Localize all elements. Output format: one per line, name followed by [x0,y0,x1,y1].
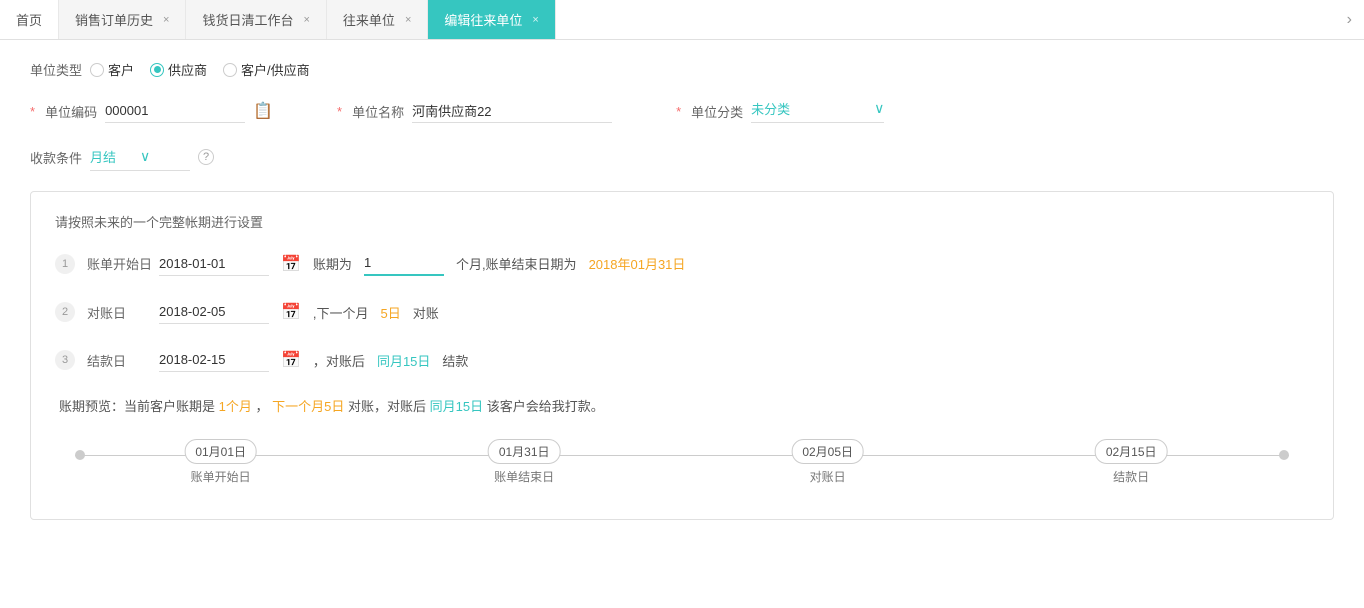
preview-payment-date: 同月15日 [430,399,483,414]
milestone-4: 02月15日 结款日 [1095,439,1168,485]
radio-customer[interactable]: 客户 [90,60,134,79]
milestone-3: 02月05日 对账日 [791,439,864,485]
milestone-3-date: 02月05日 [791,439,864,464]
milestone-4-date: 02月15日 [1095,439,1168,464]
unit-name-label: 单位名称 [352,102,404,121]
settings-title: 请按照未来的一个完整帐期进行设置 [55,212,1309,231]
period-prefix: 账期为 [313,254,352,273]
radio-circle-both [223,63,237,77]
unit-info-row: * 单位编码 📋 * 单位名称 * 单位分类 未分类 ∨ [30,99,1334,123]
main-content: 单位类型 客户 供应商 客户/供应商 * 单位编码 [0,40,1364,608]
required-star-class: * [676,104,681,119]
milestone-1-date: 01月01日 [184,439,257,464]
reconcile-prefix: ,下一个月 [313,303,369,322]
settings-box: 请按照未来的一个完整帐期进行设置 1 账单开始日 📅 账期为 个月,账单结束日期… [30,191,1334,520]
timeline-dot-end [1279,450,1289,460]
unit-class-select[interactable]: 未分类 ∨ [751,99,884,123]
tab-close-edit-partner[interactable]: × [532,14,538,26]
unit-name-group: * 单位名称 [337,99,612,123]
payment-date-input[interactable] [159,348,269,372]
required-star-code: * [30,104,35,119]
unit-code-input[interactable] [105,99,245,123]
timeline-wrapper: 01月01日 账单开始日 01月31日 账单结束日 02月05日 对账日 02月… [75,439,1289,499]
tab-sales-history[interactable]: 销售订单历史 × [59,0,186,39]
radio-both[interactable]: 客户/供应商 [223,60,310,79]
row-num-2: 2 [55,302,75,322]
payment-terms-group: 收款条件 月结 ∨ ? [30,143,214,171]
tab-partner[interactable]: 往来单位 × [327,0,428,39]
preview-period: 1个月 [219,399,252,414]
setting-row-2: 2 对账日 📅 ,下一个月 5日 对账 [55,300,1309,324]
row-num-1: 1 [55,254,75,274]
payment-prefix: ，对账后 [313,351,365,370]
tab-bar: 首页 销售订单历史 × 钱货日清工作台 × 往来单位 × 编辑往来单位 × › [0,0,1364,40]
payment-terms-value: 月结 [90,147,116,166]
period-suffix: 个月,账单结束日期为 [456,254,577,273]
payment-date-calendar-icon[interactable]: 📅 [281,350,301,370]
payment-highlight: 同月15日 [377,351,430,370]
help-icon[interactable]: ? [198,149,214,165]
radio-circle-supplier [150,63,164,77]
milestone-1: 01月01日 账单开始日 [184,439,257,485]
tab-cash-work[interactable]: 钱货日清工作台 × [186,0,326,39]
unit-code-group: * 单位编码 📋 [30,99,273,123]
unit-type-label: 单位类型 [30,60,82,79]
reconcile-highlight: 5日 [381,303,401,322]
required-star-name: * [337,104,342,119]
milestone-1-label: 账单开始日 [191,468,251,485]
row-label-2: 对账日 [87,303,147,322]
tab-close-partner[interactable]: × [405,14,411,26]
timeline-section: 01月01日 账单开始日 01月31日 账单结束日 02月05日 对账日 02月… [55,439,1309,499]
milestone-4-label: 结款日 [1113,468,1149,485]
period-input[interactable] [364,251,444,276]
setting-row-1: 1 账单开始日 📅 账期为 个月,账单结束日期为 2018年01月31日 [55,251,1309,276]
reconcile-date-calendar-icon[interactable]: 📅 [281,302,301,322]
payment-terms-row: 收款条件 月结 ∨ ? [30,143,1334,171]
unit-name-input[interactable] [412,99,612,123]
payment-terms-select[interactable]: 月结 ∨ [90,143,190,171]
milestone-3-label: 对账日 [810,468,846,485]
radio-circle-customer [90,63,104,77]
end-date-highlight: 2018年01月31日 [589,254,686,273]
unit-type-row: 单位类型 客户 供应商 客户/供应商 [30,60,1334,79]
tab-home[interactable]: 首页 [0,0,59,39]
setting-row-3: 3 结款日 📅 ，对账后 同月15日 结款 [55,348,1309,372]
payment-terms-dropdown-icon: ∨ [140,148,150,165]
unit-code-label: 单位编码 [45,102,97,121]
milestone-2-date: 01月31日 [488,439,561,464]
row-label-3: 结款日 [87,351,147,370]
start-date-input[interactable] [159,252,269,276]
unit-class-label: 单位分类 [691,102,743,121]
start-date-calendar-icon[interactable]: 📅 [281,254,301,274]
milestone-2: 01月31日 账单结束日 [488,439,561,485]
unit-type-group: 单位类型 客户 供应商 客户/供应商 [30,60,310,79]
unit-class-dropdown-icon: ∨ [874,100,884,117]
tab-edit-partner[interactable]: 编辑往来单位 × [428,0,555,39]
reconcile-suffix: 对账 [413,303,439,322]
row-label-1: 账单开始日 [87,254,147,273]
reconcile-date-input[interactable] [159,300,269,324]
radio-supplier[interactable]: 供应商 [150,60,207,79]
milestone-2-label: 账单结束日 [494,468,554,485]
tab-close-sales-history[interactable]: × [163,14,169,26]
payment-suffix: 结款 [442,351,468,370]
radio-group: 客户 供应商 客户/供应商 [90,60,310,79]
unit-code-calendar-icon[interactable]: 📋 [253,101,273,121]
timeline-dot-start [75,450,85,460]
tab-close-cash-work[interactable]: × [303,14,309,26]
payment-terms-label: 收款条件 [30,148,82,167]
preview-text: 账期预览：当前客户账期是 1个月 ， 下一个月5日 对账，对账后 同月15日 该… [55,396,1309,415]
preview-reconcile-date: 下一个月5日 [272,399,344,414]
unit-class-group: * 单位分类 未分类 ∨ [676,99,884,123]
tab-more-button[interactable]: › [1335,0,1364,39]
unit-class-value: 未分类 [751,99,790,118]
row-num-3: 3 [55,350,75,370]
